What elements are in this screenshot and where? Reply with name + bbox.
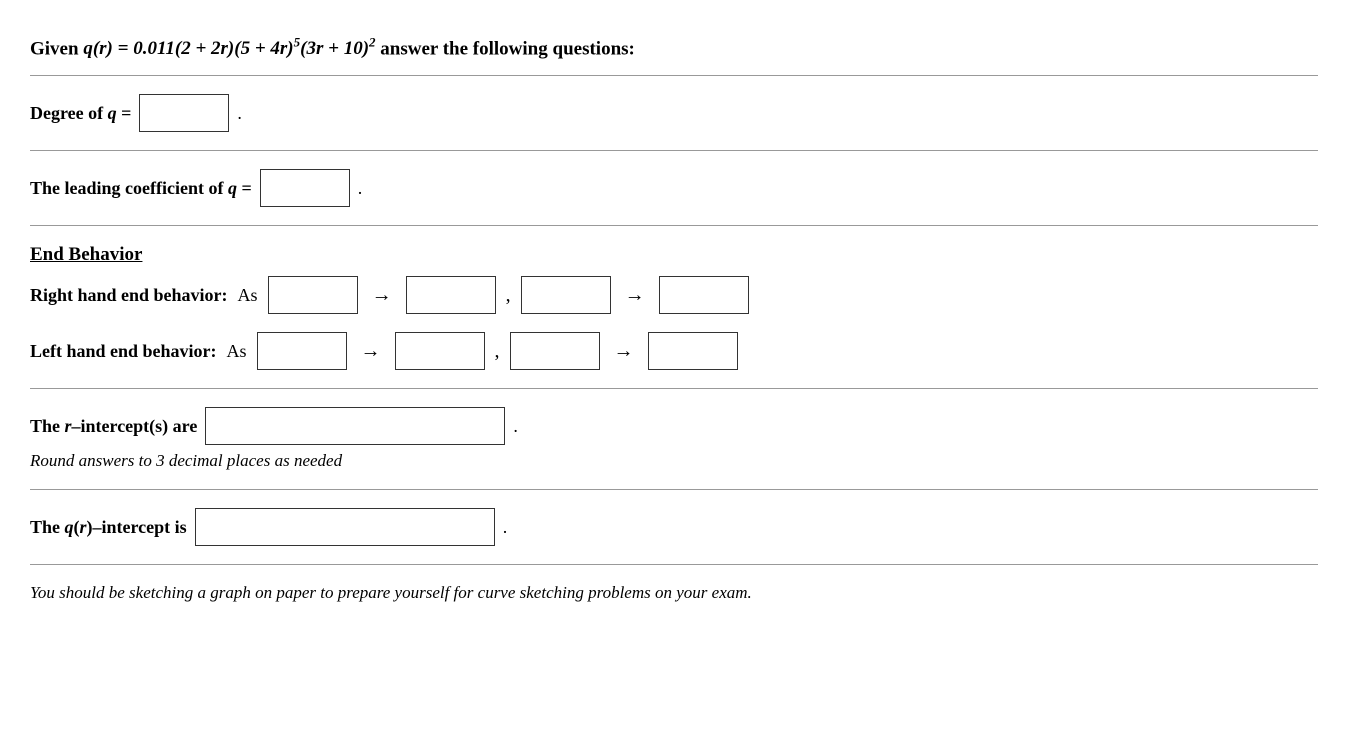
left-arrow-1: →: [361, 340, 381, 363]
left-as-label: As: [227, 341, 247, 362]
r-intercepts-period: .: [513, 416, 518, 437]
left-input-1[interactable]: [257, 332, 347, 370]
leading-coeff-label: The leading coefficient of q =: [30, 178, 252, 199]
right-arrow-2: →: [625, 284, 645, 307]
left-input-3[interactable]: [510, 332, 600, 370]
degree-section: Degree of q = .: [30, 76, 1318, 151]
qr-intercept-input[interactable]: [195, 508, 495, 546]
r-intercepts-row: The r–intercept(s) are .: [30, 407, 1318, 445]
r-intercepts-note: Round answers to 3 decimal places as nee…: [30, 451, 1318, 471]
right-arrow-1: →: [372, 284, 392, 307]
formula-prefix: Given: [30, 38, 83, 59]
formula-main: q(r) = 0.011(2 + 2r)(5 + 4r)5(3r + 10)2: [83, 38, 375, 59]
formula-suffix: answer the following questions:: [376, 38, 635, 59]
r-intercepts-section: The r–intercept(s) are . Round answers t…: [30, 389, 1318, 490]
leading-coeff-input[interactable]: [260, 169, 350, 207]
right-comma: ,: [506, 284, 511, 307]
right-input-3[interactable]: [521, 276, 611, 314]
qr-intercept-row: The q(r)–intercept is .: [30, 508, 1318, 546]
right-input-2[interactable]: [406, 276, 496, 314]
left-comma: ,: [495, 340, 500, 363]
left-input-4[interactable]: [648, 332, 738, 370]
leading-coeff-period: .: [358, 178, 363, 199]
left-hand-row: Left hand end behavior: As → , →: [30, 332, 1318, 370]
right-hand-label: Right hand end behavior:: [30, 285, 228, 306]
right-hand-row: Right hand end behavior: As → , →: [30, 276, 1318, 314]
qr-intercept-label: The q(r)–intercept is: [30, 517, 187, 538]
right-input-1[interactable]: [268, 276, 358, 314]
r-intercepts-label: The r–intercept(s) are: [30, 416, 197, 437]
question-header: Given q(r) = 0.011(2 + 2r)(5 + 4r)5(3r +…: [30, 20, 1318, 76]
left-input-2[interactable]: [395, 332, 485, 370]
qr-intercept-section: The q(r)–intercept is .: [30, 490, 1318, 565]
right-input-4[interactable]: [659, 276, 749, 314]
leading-coeff-row: The leading coefficient of q = .: [30, 169, 1318, 207]
degree-row: Degree of q = .: [30, 94, 1318, 132]
degree-period: .: [237, 103, 242, 124]
leading-coeff-section: The leading coefficient of q = .: [30, 151, 1318, 226]
right-as-label: As: [238, 285, 258, 306]
end-behavior-title: End Behavior: [30, 244, 1318, 266]
left-arrow-2: →: [614, 340, 634, 363]
left-hand-label: Left hand end behavior:: [30, 341, 217, 362]
footer-note: You should be sketching a graph on paper…: [30, 565, 1318, 603]
r-intercepts-input[interactable]: [205, 407, 505, 445]
degree-label: Degree of q =: [30, 103, 131, 124]
qr-intercept-period: .: [503, 517, 508, 538]
end-behavior-section: End Behavior Right hand end behavior: As…: [30, 226, 1318, 389]
degree-input[interactable]: [139, 94, 229, 132]
